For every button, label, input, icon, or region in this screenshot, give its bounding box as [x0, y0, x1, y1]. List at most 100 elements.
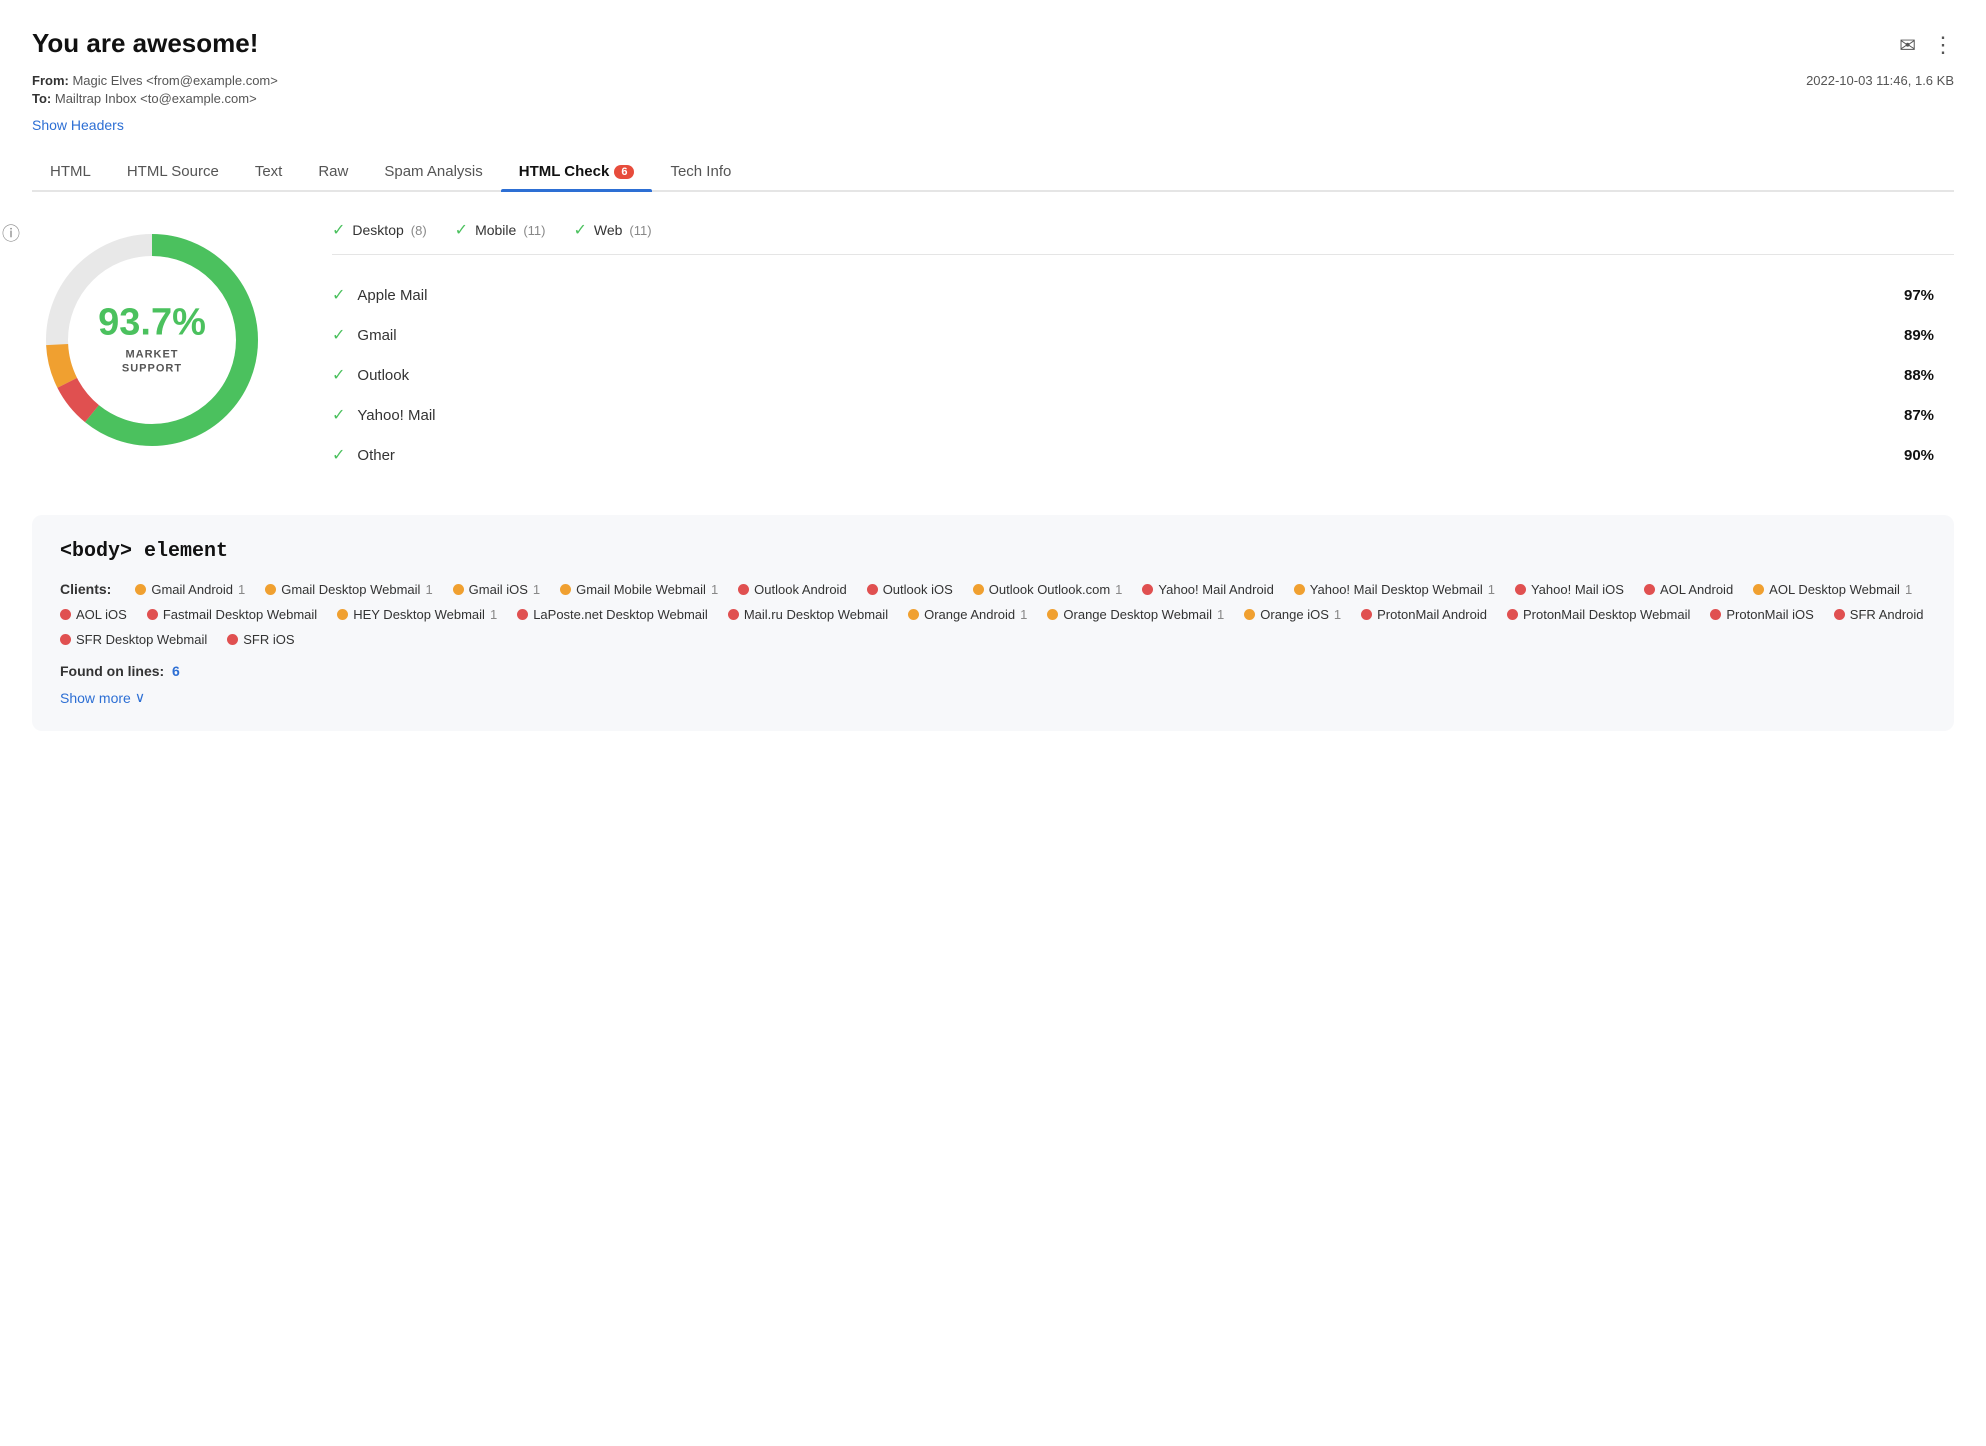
list-item: AOL Desktop Webmail1 [1753, 582, 1912, 597]
yahoo-pct: 87% [1904, 407, 1954, 424]
mobile-check-icon: ✓ [455, 220, 468, 240]
list-item: AOL iOS [60, 607, 127, 622]
filter-mobile[interactable]: ✓ Mobile (11) [455, 220, 546, 240]
client-color-dot [1507, 609, 1518, 620]
client-color-dot [1710, 609, 1721, 620]
filter-desktop-count: (8) [411, 223, 427, 238]
filter-desktop-label: Desktop [352, 222, 403, 238]
client-color-dot [908, 609, 919, 620]
list-item: Yahoo! Mail Desktop Webmail1 [1294, 582, 1495, 597]
client-color-dot [738, 584, 749, 595]
filter-web-count: (11) [629, 223, 651, 238]
apple-mail-pct: 97% [1904, 287, 1954, 304]
stats-area: ✓ Desktop (8) ✓ Mobile (11) ✓ Web (11) ✓… [332, 220, 1954, 475]
filter-web[interactable]: ✓ Web (11) [573, 220, 651, 240]
yahoo-check: ✓ [332, 405, 345, 425]
list-item: LaPoste.net Desktop Webmail [517, 607, 708, 622]
stats-row-other: ✓ Other 90% [332, 435, 1954, 475]
client-color-dot [135, 584, 146, 595]
tab-text[interactable]: Text [237, 153, 301, 190]
yahoo-name: Yahoo! Mail [357, 407, 1892, 424]
email-meta: From: Magic Elves <from@example.com> To:… [32, 73, 1954, 109]
header-actions: ✉ ⋮ [1899, 32, 1954, 58]
stats-row-apple-mail: ✓ Apple Mail 97% [332, 275, 1954, 315]
client-color-dot [1047, 609, 1058, 620]
client-color-dot [147, 609, 158, 620]
to-line: To: Mailtrap Inbox <to@example.com> [32, 91, 278, 106]
body-element-title: <body> element [60, 539, 1926, 563]
filter-desktop[interactable]: ✓ Desktop (8) [332, 220, 427, 240]
list-item: SFR iOS [227, 632, 294, 647]
main-content: ⓘ 93.7% MARKET SUPPORT [32, 220, 1954, 475]
chart-percent: 93.7% [98, 304, 206, 342]
client-color-dot [517, 609, 528, 620]
other-pct: 90% [1904, 447, 1954, 464]
web-check-icon: ✓ [573, 220, 586, 240]
chart-label: MARKET SUPPORT [98, 348, 206, 377]
list-item: ProtonMail Android [1361, 607, 1487, 622]
donut-chart: 93.7% MARKET SUPPORT [32, 220, 272, 460]
show-more-link[interactable]: Show more ∨ [60, 689, 145, 706]
list-item: HEY Desktop Webmail1 [337, 607, 497, 622]
email-header: You are awesome! ✉ ⋮ [32, 28, 1954, 59]
clients-label: Clients: [60, 581, 111, 597]
tab-spam-analysis[interactable]: Spam Analysis [366, 153, 500, 190]
tab-html-source[interactable]: HTML Source [109, 153, 237, 190]
list-item: Yahoo! Mail Android [1142, 582, 1273, 597]
list-item: Gmail Android1 [135, 582, 245, 597]
tab-tech-info[interactable]: Tech Info [652, 153, 749, 190]
filter-web-label: Web [594, 222, 623, 238]
list-item: Gmail iOS1 [453, 582, 540, 597]
filter-mobile-label: Mobile [475, 222, 516, 238]
list-item: Orange Desktop Webmail1 [1047, 607, 1224, 622]
client-color-dot [265, 584, 276, 595]
list-item: Gmail Mobile Webmail1 [560, 582, 718, 597]
list-item: Orange iOS1 [1244, 607, 1341, 622]
from-line: From: Magic Elves <from@example.com> [32, 73, 278, 88]
chart-center: 93.7% MARKET SUPPORT [98, 304, 206, 377]
info-icon[interactable]: ⓘ [2, 220, 20, 246]
client-color-dot [973, 584, 984, 595]
filter-mobile-count: (11) [523, 223, 545, 238]
list-item: Yahoo! Mail iOS [1515, 582, 1624, 597]
from-label: From: [32, 73, 69, 88]
ellipsis-icon[interactable]: ⋮ [1932, 32, 1954, 58]
list-item: AOL Android [1644, 582, 1733, 597]
found-lines-row: Found on lines: 6 [60, 663, 1926, 679]
clients-row: Clients: Gmail Android1 Gmail Desktop Web… [60, 581, 1926, 647]
from-value: Magic Elves <from@example.com> [72, 73, 277, 88]
client-color-dot [1294, 584, 1305, 595]
outlook-name: Outlook [357, 367, 1892, 384]
client-color-dot [60, 634, 71, 645]
tab-raw[interactable]: Raw [300, 153, 366, 190]
desktop-check-icon: ✓ [332, 220, 345, 240]
client-color-dot [1361, 609, 1372, 620]
show-headers-link[interactable]: Show Headers [32, 117, 124, 133]
stats-row-gmail: ✓ Gmail 89% [332, 315, 1954, 355]
list-item: ProtonMail Desktop Webmail [1507, 607, 1690, 622]
list-item: ProtonMail iOS [1710, 607, 1813, 622]
filter-row: ✓ Desktop (8) ✓ Mobile (11) ✓ Web (11) [332, 220, 1954, 255]
list-item: Gmail Desktop Webmail1 [265, 582, 432, 597]
apple-mail-name: Apple Mail [357, 287, 1892, 304]
tab-html[interactable]: HTML [32, 153, 109, 190]
stats-row-outlook: ✓ Outlook 88% [332, 355, 1954, 395]
list-item: Fastmail Desktop Webmail [147, 607, 317, 622]
chart-container: ⓘ 93.7% MARKET SUPPORT [32, 220, 272, 460]
stats-row-yahoo: ✓ Yahoo! Mail 87% [332, 395, 1954, 435]
email-meta-right: 2022-10-03 11:46, 1.6 KB [1806, 73, 1954, 88]
client-color-dot [1142, 584, 1153, 595]
to-label: To: [32, 91, 51, 106]
client-color-dot [1644, 584, 1655, 595]
email-meta-left: From: Magic Elves <from@example.com> To:… [32, 73, 278, 109]
tab-html-check[interactable]: HTML Check6 [501, 153, 653, 190]
client-color-dot [453, 584, 464, 595]
outlook-check: ✓ [332, 365, 345, 385]
envelope-icon[interactable]: ✉ [1899, 33, 1916, 58]
found-lines-num: 6 [172, 663, 180, 679]
list-item: Outlook Outlook.com1 [973, 582, 1123, 597]
client-color-dot [867, 584, 878, 595]
client-color-dot [1834, 609, 1845, 620]
client-color-dot [227, 634, 238, 645]
html-check-badge: 6 [614, 165, 634, 179]
